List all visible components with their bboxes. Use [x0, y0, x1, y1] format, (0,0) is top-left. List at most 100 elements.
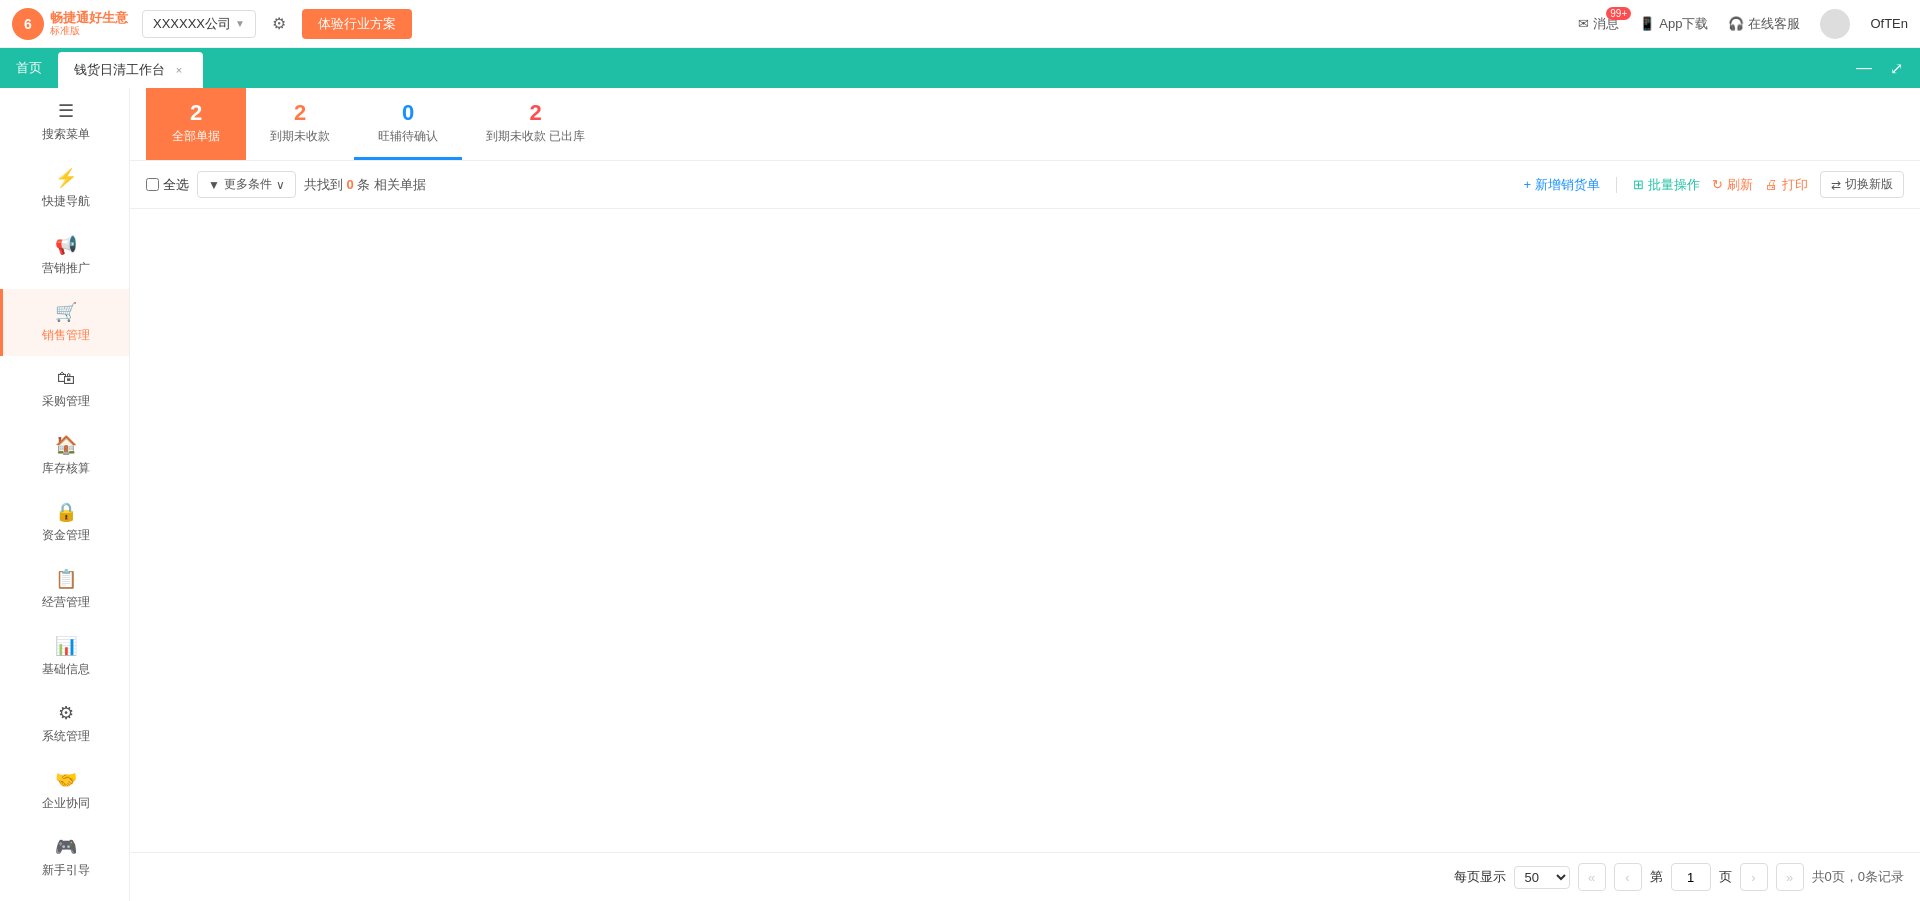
sidebar-item-system[interactable]: ⚙ 系统管理 — [0, 690, 129, 757]
operation-icon: 📋 — [55, 568, 77, 590]
filter-dropdown-icon: ∨ — [276, 178, 285, 192]
pagination-bar: 每页显示 50 100 200 « ‹ 第 页 › » 共0页，0条记录 — [130, 852, 1920, 901]
prev-page-button[interactable]: ‹ — [1614, 863, 1642, 891]
tab-minimize-button[interactable]: — — [1852, 56, 1876, 80]
batch-icon: ⊞ — [1633, 177, 1644, 192]
sidebar-item-sales[interactable]: 🛒 销售管理 — [0, 289, 129, 356]
logo-icon: 6 — [12, 8, 44, 40]
stat-tab-all[interactable]: 2 全部单据 — [146, 88, 246, 160]
refresh-button[interactable]: ↻ 刷新 — [1712, 176, 1753, 194]
quick-nav-icon: ⚡ — [55, 167, 77, 189]
last-page-button[interactable]: » — [1776, 863, 1804, 891]
toolbar-right: + 新增销货单 ⊞ 批量操作 ↻ 刷新 🖨 打印 ⇄ 切 — [1523, 171, 1904, 198]
sidebar: ☰ 搜索菜单 ⚡ 快捷导航 📢 营销推广 🛒 销售管理 🛍 采购管理 🏠 库存核… — [0, 88, 130, 901]
found-text: 共找到 0 条 相关单据 — [304, 176, 426, 194]
print-icon: 🖨 — [1765, 177, 1778, 192]
page-suffix: 页 — [1719, 868, 1732, 886]
next-page-button[interactable]: › — [1740, 863, 1768, 891]
sidebar-item-inventory[interactable]: 🏠 库存核算 — [0, 422, 129, 489]
add-sale-order-button[interactable]: + 新增销货单 — [1523, 176, 1600, 194]
toolbar: 全选 ▼ 更多条件 ∨ 共找到 0 条 相关单据 + 新增销货单 — [130, 161, 1920, 209]
sidebar-label-finance: 资金管理 — [42, 527, 90, 544]
switch-version-button[interactable]: ⇄ 切换新版 — [1820, 171, 1904, 198]
select-all-checkbox[interactable]: 全选 — [146, 176, 189, 194]
sidebar-item-guide[interactable]: 🎮 新手引导 — [0, 824, 129, 891]
gear-icon: ⚙ — [272, 14, 286, 33]
tab-workbench[interactable]: 钱货日清工作台 × — [58, 52, 203, 88]
sidebar-label-basic-info: 基础信息 — [42, 661, 90, 678]
sidebar-item-finance[interactable]: 🔒 资金管理 — [0, 489, 129, 556]
sales-icon: 🛒 — [55, 301, 77, 323]
tab-bar-right: — ⤢ — [1852, 56, 1920, 80]
stat-tab-pending-confirm[interactable]: 0 旺辅待确认 — [354, 88, 462, 160]
app-download-button[interactable]: 📱 App下载 — [1639, 15, 1708, 33]
refresh-icon: ↻ — [1712, 177, 1723, 192]
guide-icon: 🎮 — [55, 836, 77, 858]
online-service-button[interactable]: 🎧 在线客服 — [1728, 15, 1800, 33]
main-content: 2 全部单据 2 到期未收款 0 旺辅待确认 2 到期未收款 已出库 全选 — [130, 88, 1920, 901]
sidebar-item-app-center[interactable]: 📥 应用中心 — [0, 891, 129, 901]
stat-label-pending-confirm: 旺辅待确认 — [378, 128, 438, 145]
settings-button[interactable]: ⚙ — [264, 9, 294, 39]
stat-label-overdue-unshipped: 到期未收款 已出库 — [486, 128, 585, 145]
company-selector[interactable]: XXXXXX公司 ▼ — [142, 10, 256, 38]
page-number-input[interactable] — [1671, 863, 1711, 891]
stat-label-all: 全部单据 — [172, 128, 220, 145]
stat-tab-overdue-unpaid[interactable]: 2 到期未收款 — [246, 88, 354, 160]
stat-num-all: 2 — [190, 100, 202, 126]
content-area — [130, 209, 1920, 852]
sidebar-label-guide: 新手引导 — [42, 862, 90, 879]
stat-num-overdue-unshipped: 2 — [530, 100, 542, 126]
last-page-icon: » — [1786, 870, 1793, 885]
logo-sub: 标准版 — [50, 25, 128, 37]
app-download-icon: 📱 — [1639, 16, 1655, 31]
system-icon: ⚙ — [58, 702, 74, 724]
finance-icon: 🔒 — [55, 501, 77, 523]
search-menu-icon: ☰ — [58, 100, 74, 122]
stat-tab-overdue-unshipped[interactable]: 2 到期未收款 已出库 — [462, 88, 609, 160]
found-count: 0 — [347, 177, 354, 192]
enterprise-icon: 🤝 — [55, 769, 77, 791]
company-name: XXXXXX公司 — [153, 15, 231, 33]
logo-text: 畅捷通好生意 标准版 — [50, 10, 128, 38]
sidebar-item-purchase[interactable]: 🛍 采购管理 — [0, 356, 129, 422]
page-total: 共0页，0条记录 — [1812, 868, 1904, 886]
select-all-input[interactable] — [146, 178, 159, 191]
tab-home[interactable]: 首页 — [0, 48, 58, 88]
stat-num-overdue-unpaid: 2 — [294, 100, 306, 126]
first-page-icon: « — [1588, 870, 1595, 885]
filter-button[interactable]: ▼ 更多条件 ∨ — [197, 171, 296, 198]
experience-button[interactable]: 体验行业方案 — [302, 9, 412, 39]
filter-icon: ▼ — [208, 178, 220, 192]
first-page-button[interactable]: « — [1578, 863, 1606, 891]
sidebar-item-search-menu[interactable]: ☰ 搜索菜单 — [0, 88, 129, 155]
batch-operation-button[interactable]: ⊞ 批量操作 — [1633, 176, 1700, 194]
sidebar-label-search-menu: 搜索菜单 — [42, 126, 90, 143]
purchase-icon: 🛍 — [57, 368, 75, 389]
tab-close-button[interactable]: × — [171, 62, 187, 78]
sidebar-item-basic-info[interactable]: 📊 基础信息 — [0, 623, 129, 690]
stat-label-overdue-unpaid: 到期未收款 — [270, 128, 330, 145]
toolbar-left: 全选 ▼ 更多条件 ∨ 共找到 0 条 相关单据 — [146, 171, 1515, 198]
top-right-area: ✉ 消息 99+ 📱 App下载 🎧 在线客服 OfTEn — [1578, 9, 1908, 39]
next-page-icon: › — [1751, 870, 1755, 885]
sidebar-item-enterprise[interactable]: 🤝 企业协同 — [0, 757, 129, 824]
messages-button[interactable]: ✉ 消息 99+ — [1578, 15, 1619, 33]
stat-num-pending-confirm: 0 — [402, 100, 414, 126]
sidebar-label-marketing: 营销推广 — [42, 260, 90, 277]
stats-tabs: 2 全部单据 2 到期未收款 0 旺辅待确认 2 到期未收款 已出库 — [130, 88, 1920, 161]
avatar[interactable] — [1820, 9, 1850, 39]
divider1 — [1616, 177, 1617, 193]
sidebar-item-operation[interactable]: 📋 经营管理 — [0, 556, 129, 623]
marketing-icon: 📢 — [55, 234, 77, 256]
per-page-select[interactable]: 50 100 200 — [1514, 866, 1570, 889]
tab-maximize-button[interactable]: ⤢ — [1884, 56, 1908, 80]
messages-badge: 99+ — [1606, 7, 1631, 20]
sidebar-item-marketing[interactable]: 📢 营销推广 — [0, 222, 129, 289]
sidebar-label-operation: 经营管理 — [42, 594, 90, 611]
inventory-icon: 🏠 — [55, 434, 77, 456]
sidebar-item-quick-nav[interactable]: ⚡ 快捷导航 — [0, 155, 129, 222]
service-icon: 🎧 — [1728, 16, 1744, 31]
print-button[interactable]: 🖨 打印 — [1765, 176, 1808, 194]
add-icon: + — [1523, 177, 1531, 192]
